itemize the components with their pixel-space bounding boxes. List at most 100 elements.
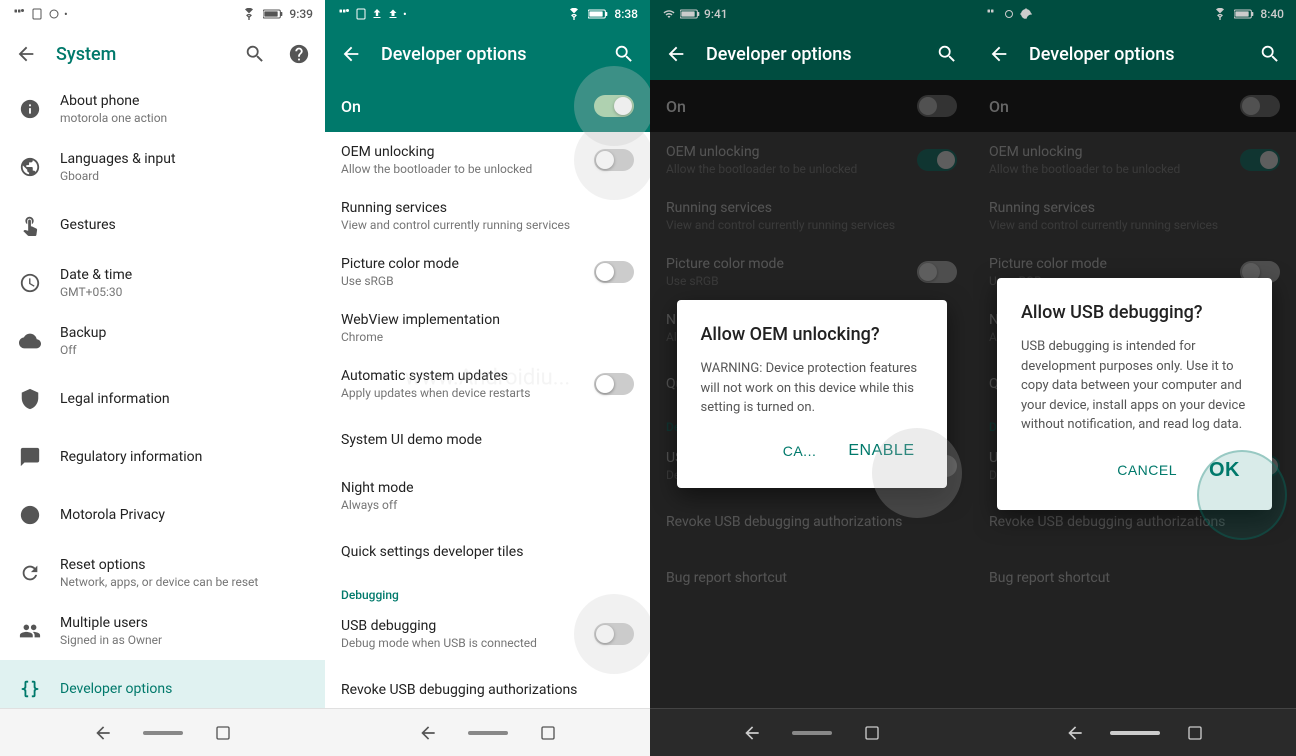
night-mode-item[interactable]: Night mode Always off	[325, 468, 650, 524]
back-button-4[interactable]	[985, 40, 1013, 68]
recent-nav-3[interactable]	[842, 713, 902, 753]
status-right-4: 8:40	[1212, 7, 1284, 21]
recent-nav-4[interactable]	[1165, 713, 1225, 753]
picture-color-item[interactable]: Picture color mode Use sRGB	[325, 244, 650, 300]
picture-color-toggle[interactable]	[594, 261, 634, 283]
back-button-3[interactable]	[662, 40, 690, 68]
status-icons-left-3: 9:41	[662, 7, 728, 21]
webview-item[interactable]: WebView implementation Chrome	[325, 300, 650, 356]
dev-toggle-wrap-2[interactable]	[594, 95, 634, 117]
bottom-nav-1	[0, 708, 325, 756]
users-icon	[16, 617, 44, 645]
settings-item-legal[interactable]: Legal information	[0, 370, 325, 428]
usb-cancel-button[interactable]: Cancel	[1109, 455, 1185, 486]
page-title-3: Developer options	[706, 44, 917, 65]
system-ui-demo-item[interactable]: System UI demo mode	[325, 412, 650, 468]
bottom-nav-3	[650, 708, 973, 756]
page-title-2: Developer options	[381, 44, 594, 65]
back-button-1[interactable]	[12, 40, 40, 68]
regulatory-icon	[16, 443, 44, 471]
lock-icon-4	[1003, 8, 1015, 20]
help-button-1[interactable]	[285, 40, 313, 68]
app-bar-1: System	[0, 28, 325, 80]
settings-item-regulatory[interactable]: Regulatory information	[0, 428, 325, 486]
usb-debugging-item[interactable]: USB debugging Debug mode when USB is con…	[325, 606, 650, 662]
sim-icon-2	[355, 8, 367, 20]
reset-icon	[16, 559, 44, 587]
upload-icon-2	[387, 8, 399, 20]
settings-item-developer[interactable]: Developer options	[0, 660, 325, 708]
settings-item-datetime[interactable]: Date & time GMT+05:30	[0, 254, 325, 312]
settings-item-languages[interactable]: Languages & input Gboard	[0, 138, 325, 196]
battery-icon-3	[680, 8, 700, 20]
back-nav-1[interactable]	[73, 713, 133, 753]
panel-developer-usb-dialog: 8:40 Developer options On OEM unlocking …	[973, 0, 1296, 756]
wifi-icon-2	[566, 8, 582, 20]
panel-developer-oem-dialog: 9:41 Developer options On OEM unlocking …	[650, 0, 973, 756]
oem-dialog-overlay: Allow OEM unlocking? WARNING: Device pro…	[650, 80, 973, 708]
time-1: 9:39	[289, 7, 313, 21]
settings-item-backup[interactable]: Backup Off	[0, 312, 325, 370]
battery-icon-2	[588, 8, 608, 20]
sim-icon	[30, 8, 44, 20]
about-phone-title: About phone	[60, 93, 309, 109]
oem-dialog-body: WARNING: Device protection features will…	[701, 359, 923, 418]
developer-content-2: OEM unlocking Allow the bootloader to be…	[325, 132, 650, 708]
settings-item-reset[interactable]: Reset options Network, apps, or device c…	[0, 544, 325, 602]
status-icons-left-2: •	[337, 8, 407, 21]
usb-dialog: Allow USB debugging? USB debugging is in…	[997, 278, 1272, 510]
search-button-1[interactable]	[241, 40, 269, 68]
page-title-1: System	[56, 44, 225, 65]
home-nav-1[interactable]	[133, 713, 193, 753]
app-bar-3: Developer options	[650, 28, 973, 80]
status-bar-1: • 9:39	[0, 0, 325, 28]
legal-icon	[16, 385, 44, 413]
recent-nav-1[interactable]	[193, 713, 253, 753]
search-button-4[interactable]	[1256, 40, 1284, 68]
panel-developer-options: • 8:38 Developer options On OEM unlockin	[325, 0, 650, 756]
bottom-nav-4	[973, 708, 1296, 756]
recent-nav-2[interactable]	[518, 713, 578, 753]
ok-circle	[1197, 450, 1287, 540]
about-phone-text: About phone motorola one action	[60, 93, 309, 125]
oem-unlock-item[interactable]: OEM unlocking Allow the bootloader to be…	[325, 132, 650, 188]
settings-item-motorola-privacy[interactable]: Motorola Privacy	[0, 486, 325, 544]
status-right-2: 8:38	[566, 7, 638, 21]
notif-icon-4	[985, 8, 999, 20]
search-button-3[interactable]	[933, 40, 961, 68]
page-title-4: Developer options	[1029, 44, 1240, 65]
time-4: 8:40	[1260, 7, 1284, 21]
home-nav-4[interactable]	[1105, 713, 1165, 753]
settings-icon-4	[1019, 8, 1033, 20]
status-bar-4: 8:40	[973, 0, 1296, 28]
back-nav-3[interactable]	[722, 713, 782, 753]
cloud-icon	[16, 327, 44, 355]
lock-icon	[48, 8, 60, 20]
settings-item-about[interactable]: About phone motorola one action	[0, 80, 325, 138]
settings-item-gestures[interactable]: Gestures	[0, 196, 325, 254]
status-bar-2: • 8:38	[325, 0, 650, 28]
auto-updates-item[interactable]: Automatic system updates Apply updates w…	[325, 356, 650, 412]
home-nav-3[interactable]	[782, 713, 842, 753]
search-button-2[interactable]	[610, 40, 638, 68]
usb-toggle-wrap[interactable]	[594, 623, 634, 645]
oem-dialog: Allow OEM unlocking? WARNING: Device pro…	[677, 300, 947, 488]
back-button-2[interactable]	[337, 40, 365, 68]
globe-icon	[16, 153, 44, 181]
about-phone-sub: motorola one action	[60, 111, 309, 125]
home-nav-2[interactable]	[458, 713, 518, 753]
quick-settings-item[interactable]: Quick settings developer tiles	[325, 524, 650, 580]
dev-on-label-2: On	[341, 97, 361, 116]
file-icon	[12, 8, 26, 20]
clock-icon	[16, 269, 44, 297]
auto-updates-toggle[interactable]	[594, 373, 634, 395]
settings-item-users[interactable]: Multiple users Signed in as Owner	[0, 602, 325, 660]
time-2: 8:38	[614, 7, 638, 21]
oem-cancel-button[interactable]: Ca...	[775, 438, 825, 464]
back-nav-2[interactable]	[398, 713, 458, 753]
usb-dialog-title: Allow USB debugging?	[1021, 302, 1248, 323]
status-icons-left: •	[12, 8, 68, 21]
back-nav-4[interactable]	[1045, 713, 1105, 753]
oem-toggle-wrap[interactable]	[594, 149, 634, 171]
wifi-icon-3a	[662, 8, 676, 20]
